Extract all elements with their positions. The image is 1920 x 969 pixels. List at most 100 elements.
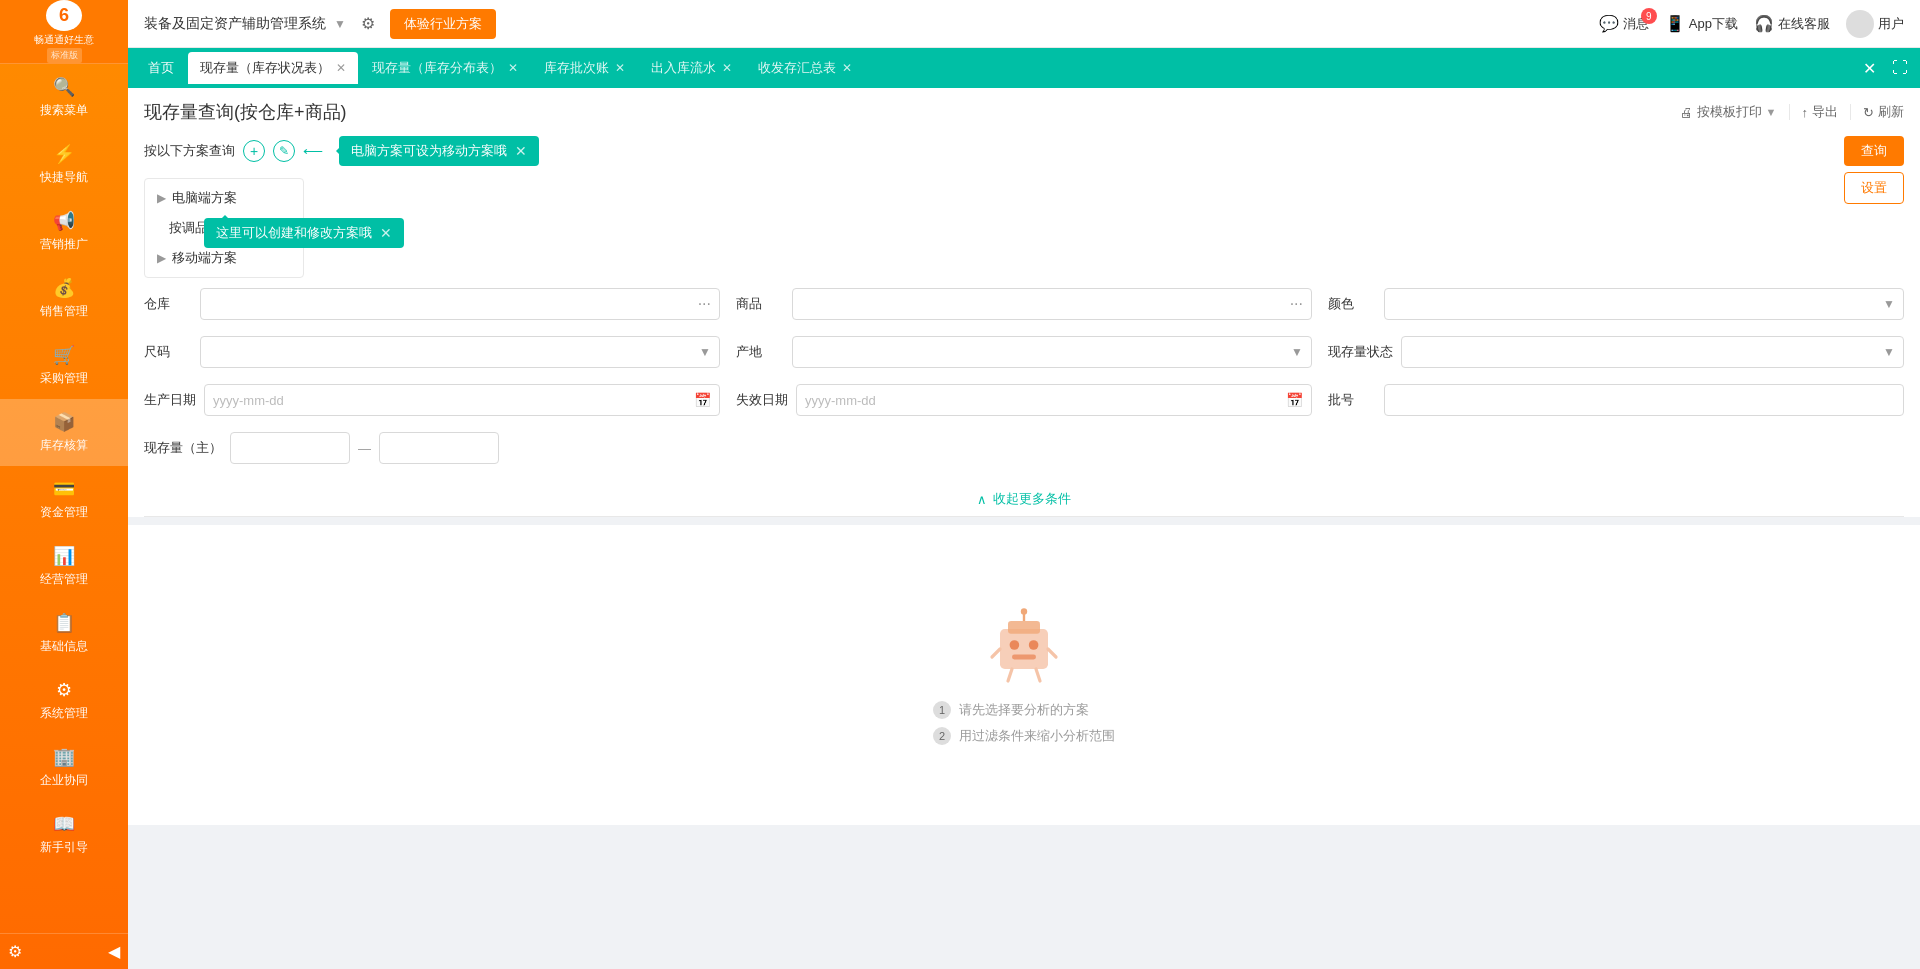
refresh-label: 刷新 xyxy=(1878,103,1904,121)
tab-bar: 首页 现存量（库存状况表） ✕ 现存量（库存分布表） ✕ 库存批次账 ✕ 出入库… xyxy=(128,48,1920,88)
empty-hint-2: 2 用过滤条件来缩小分析范围 xyxy=(933,727,1115,745)
search-button[interactable]: 查询 xyxy=(1844,136,1904,166)
collapse-label: 收起更多条件 xyxy=(993,490,1071,508)
scheme-tree-pc[interactable]: ▶ 电脑端方案 xyxy=(145,183,303,213)
svg-line-9 xyxy=(1008,669,1012,681)
support-action[interactable]: 🎧 在线客服 xyxy=(1754,14,1830,33)
tab-inventory-dist-label: 现存量（库存分布表） xyxy=(372,59,502,77)
app-icon: 📱 xyxy=(1665,14,1685,33)
tab-in-out[interactable]: 出入库流水 ✕ xyxy=(639,52,744,84)
stock-qty-from[interactable] xyxy=(230,432,350,464)
filter-origin: 产地 ▼ xyxy=(736,336,1312,368)
print-icon: 🖨 xyxy=(1680,105,1693,120)
logo-title: 畅通通好生意 xyxy=(34,33,94,47)
pc-child-label: 按调品 xyxy=(169,219,208,237)
add-scheme-button[interactable]: + xyxy=(243,140,265,162)
sidebar-label-guide: 新手引导 xyxy=(40,839,88,856)
sidebar-item-purchase[interactable]: 🛒 采购管理 xyxy=(0,332,128,399)
refresh-icon: ↻ xyxy=(1863,105,1874,120)
close-all-tabs-icon[interactable]: ✕ xyxy=(1859,55,1880,82)
toolbar: 🖨 按模板打印 ▼ ↑ 导出 ↻ 刷新 xyxy=(1680,103,1904,121)
dropdown-arrow-icon[interactable]: ▼ xyxy=(334,17,346,31)
tooltip1-close[interactable]: ✕ xyxy=(515,143,527,159)
tab-bar-actions: ✕ ⛶ xyxy=(1859,55,1912,82)
toolbar-divider1 xyxy=(1789,104,1790,120)
sidebar-item-enterprise[interactable]: 🏢 企业协同 xyxy=(0,734,128,801)
settings-button[interactable]: ⚙ xyxy=(354,10,382,38)
tab-close-in-out[interactable]: ✕ xyxy=(722,61,732,75)
svg-line-8 xyxy=(1048,649,1056,657)
back-arrow-icon[interactable]: ⟵ xyxy=(303,143,323,159)
tab-close-batch-account[interactable]: ✕ xyxy=(615,61,625,75)
origin-select[interactable]: ▼ xyxy=(792,336,1312,368)
svg-line-7 xyxy=(992,649,1000,657)
tab-close-recv-summary[interactable]: ✕ xyxy=(842,61,852,75)
logo-icon: 6 xyxy=(46,0,82,31)
tab-home[interactable]: 首页 xyxy=(136,52,186,84)
stock-qty-to[interactable] xyxy=(379,432,499,464)
print-button[interactable]: 🖨 按模板打印 ▼ xyxy=(1680,103,1777,121)
maximize-icon[interactable]: ⛶ xyxy=(1888,55,1912,81)
origin-arrow-icon: ▼ xyxy=(1291,345,1303,359)
app-action[interactable]: 📱 App下载 xyxy=(1665,14,1738,33)
logo-badge: 标准版 xyxy=(47,48,82,63)
tooltip2-container: 这里可以创建和修改方案哦 ✕ xyxy=(204,218,404,248)
message-action[interactable]: 💬 9 消息 xyxy=(1599,14,1649,33)
tooltip2-close[interactable]: ✕ xyxy=(380,225,392,241)
sidebar-item-guide[interactable]: 📖 新手引导 xyxy=(0,801,128,868)
settings-icon[interactable]: ⚙ xyxy=(8,942,22,961)
produce-date-input[interactable]: yyyy-mm-dd 📅 xyxy=(204,384,720,416)
goods-input[interactable]: ··· xyxy=(792,288,1312,320)
edit-scheme-button[interactable]: ✎ xyxy=(273,140,295,162)
sidebar-item-inventory[interactable]: 📦 库存核算 xyxy=(0,399,128,466)
sidebar-label-finance: 资金管理 xyxy=(40,504,88,521)
sidebar-label-sales: 销售管理 xyxy=(40,303,88,320)
sidebar-item-basic[interactable]: 📋 基础信息 xyxy=(0,600,128,667)
tooltip1-text: 电脑方案可设为移动方案哦 xyxy=(351,142,507,160)
tab-inventory-dist[interactable]: 现存量（库存分布表） ✕ xyxy=(360,52,530,84)
expire-date-input[interactable]: yyyy-mm-dd 📅 xyxy=(796,384,1312,416)
industry-btn[interactable]: 体验行业方案 xyxy=(390,9,496,39)
tab-home-label: 首页 xyxy=(148,59,174,77)
filter-warehouse: 仓库 ··· xyxy=(144,288,720,320)
sidebar-item-marketing[interactable]: 📢 营销推广 xyxy=(0,198,128,265)
sidebar-item-quick[interactable]: ⚡ 快捷导航 xyxy=(0,131,128,198)
stock-status-select[interactable]: ▼ xyxy=(1401,336,1904,368)
system-icon: ⚙ xyxy=(56,679,72,701)
tab-close-inventory-dist[interactable]: ✕ xyxy=(508,61,518,75)
sidebar-label-inventory: 库存核算 xyxy=(40,437,88,454)
sidebar-item-finance[interactable]: 💳 资金管理 xyxy=(0,466,128,533)
batch-no-input[interactable] xyxy=(1384,384,1904,416)
sidebar-label-enterprise: 企业协同 xyxy=(40,772,88,789)
collapse-row[interactable]: ∧ 收起更多条件 xyxy=(144,482,1904,517)
filter-grid-1: 仓库 ··· 商品 ··· 颜色 xyxy=(144,288,1904,330)
warehouse-input[interactable]: ··· xyxy=(200,288,720,320)
sidebar-item-sales[interactable]: 💰 销售管理 xyxy=(0,265,128,332)
filter-area: 按以下方案查询 + ✎ ⟵ 电脑方案可设为移动方案哦 ✕ 查询 设置 xyxy=(128,128,1920,517)
sidebar-item-operations[interactable]: 📊 经营管理 xyxy=(0,533,128,600)
support-label: 在线客服 xyxy=(1778,15,1830,33)
user-action[interactable]: 用户 xyxy=(1846,10,1904,38)
svg-rect-1 xyxy=(1008,621,1040,634)
tab-batch-account[interactable]: 库存批次账 ✕ xyxy=(532,52,637,84)
filter-goods: 商品 ··· xyxy=(736,288,1312,320)
filter-batch-no: 批号 xyxy=(1328,384,1904,416)
tab-inventory-status-label: 现存量（库存状况表） xyxy=(200,59,330,77)
tab-close-inventory-status[interactable]: ✕ xyxy=(336,61,346,75)
produce-date-placeholder: yyyy-mm-dd xyxy=(213,393,284,408)
sidebar-item-search[interactable]: 🔍 搜索菜单 xyxy=(0,64,128,131)
collapse-up-icon: ∧ xyxy=(977,492,987,507)
tab-inventory-status[interactable]: 现存量（库存状况表） ✕ xyxy=(188,52,358,84)
sidebar-item-system[interactable]: ⚙ 系统管理 xyxy=(0,667,128,734)
export-button[interactable]: ↑ 导出 xyxy=(1802,103,1839,121)
export-icon: ↑ xyxy=(1802,105,1809,120)
tab-recv-summary[interactable]: 收发存汇总表 ✕ xyxy=(746,52,864,84)
color-select[interactable]: ▼ xyxy=(1384,288,1904,320)
refresh-button[interactable]: ↻ 刷新 xyxy=(1863,103,1904,121)
message-icon: 💬 xyxy=(1599,14,1619,33)
size-select[interactable]: ▼ xyxy=(200,336,720,368)
support-icon: 🎧 xyxy=(1754,14,1774,33)
sidebar-label-basic: 基础信息 xyxy=(40,638,88,655)
mobile-expand-icon: ▶ xyxy=(157,251,166,265)
collapse-sidebar-icon[interactable]: ◀ xyxy=(108,942,120,961)
